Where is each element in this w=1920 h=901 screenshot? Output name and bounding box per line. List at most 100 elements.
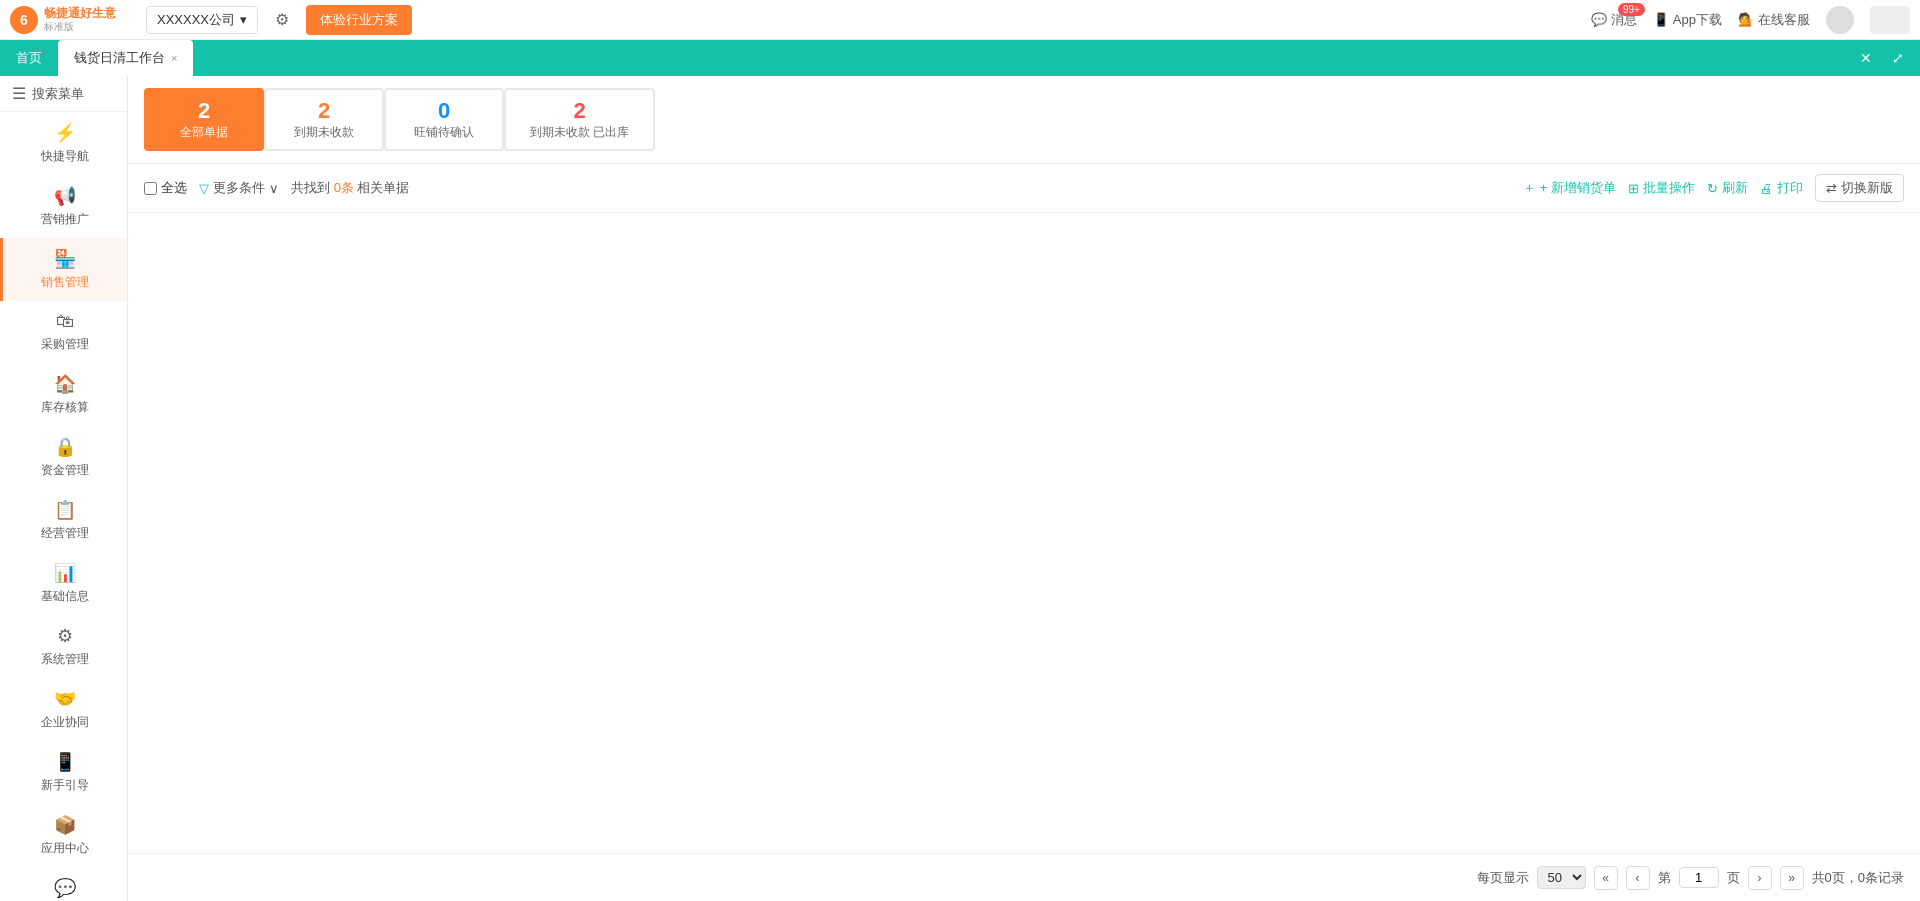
pagination: 每页显示 50 « ‹ 第 页 › » 共0页，0条记录 <box>128 853 1920 901</box>
tab-cash-flow[interactable]: 钱货日清工作台 × <box>58 40 193 76</box>
tab-home-label: 首页 <box>16 49 42 67</box>
nav-tabs-right: ✕ ⤢ <box>1854 46 1920 70</box>
sidebar-item-guide[interactable]: 📱 新手引导 <box>0 741 127 804</box>
stat-card-overdue[interactable]: 2 到期未收款 <box>264 88 384 151</box>
system-label: 系统管理 <box>41 651 89 668</box>
quick-nav-icon: ⚡ <box>54 122 76 144</box>
batch-label: 批量操作 <box>1643 179 1695 197</box>
sidebar: ☰ 搜索菜单 ⚡ 快捷导航 📢 营销推广 🏪 销售管理 🛍 采购管理 🏠 库存核… <box>0 76 128 901</box>
avatar[interactable] <box>1826 6 1854 34</box>
purchase-label: 采购管理 <box>41 336 89 353</box>
result-prefix: 共找到 <box>291 180 330 195</box>
prev-page-button[interactable]: ‹ <box>1626 866 1650 890</box>
refresh-button[interactable]: ↻ 刷新 <box>1707 179 1748 197</box>
stat-num-overdue: 2 <box>318 98 330 124</box>
operations-icon: 📋 <box>54 499 76 521</box>
toolbar-right: ＋ + 新增销货单 ⊞ 批量操作 ↻ 刷新 🖨 打印 ⇄ 切换新版 <box>1523 174 1904 202</box>
content-area: 2 全部单据 2 到期未收款 0 旺铺待确认 2 到期未收款 已出库 全选 <box>128 76 1920 901</box>
page-number-input[interactable] <box>1679 867 1719 888</box>
result-suffix: 相关单据 <box>357 180 409 195</box>
tab-close-icon[interactable]: × <box>171 52 177 64</box>
stat-card-all[interactable]: 2 全部单据 <box>144 88 264 151</box>
nav-expand-button[interactable]: ⤢ <box>1886 46 1910 70</box>
result-num: 0条 <box>334 180 354 195</box>
inventory-icon: 🏠 <box>54 373 76 395</box>
message-icon: 💬 <box>1591 12 1607 27</box>
batch-operation-button[interactable]: ⊞ 批量操作 <box>1628 179 1695 197</box>
basic-info-icon: 📊 <box>54 562 76 584</box>
select-all-checkbox[interactable]: 全选 <box>144 179 187 197</box>
inventory-label: 库存核算 <box>41 399 89 416</box>
experience-button[interactable]: 体验行业方案 <box>306 5 412 35</box>
print-label: 打印 <box>1777 179 1803 197</box>
app-download-button[interactable]: 📱 App下载 <box>1653 11 1722 29</box>
select-all-input[interactable] <box>144 182 157 195</box>
system-icon: ⚙ <box>57 625 73 647</box>
main-layout: ☰ 搜索菜单 ⚡ 快捷导航 📢 营销推广 🏪 销售管理 🛍 采购管理 🏠 库存核… <box>0 76 1920 901</box>
logo-area: 6 畅捷通好生意 标准版 <box>10 6 116 34</box>
quick-nav-label: 快捷导航 <box>41 148 89 165</box>
batch-icon: ⊞ <box>1628 181 1639 196</box>
sidebar-item-app-center[interactable]: 📦 应用中心 <box>0 804 127 867</box>
online-service-icon: 💁 <box>1738 12 1754 27</box>
header-right: 💬 消息 99+ 📱 App下载 💁 在线客服 <box>1591 6 1910 34</box>
logo-text: 畅捷通好生意 标准版 <box>44 6 116 32</box>
filter-chevron: ∨ <box>269 181 279 196</box>
filter-label: 更多条件 <box>213 179 265 197</box>
settings-button[interactable]: ⚙ <box>268 6 296 34</box>
message-button[interactable]: 💬 消息 99+ <box>1591 11 1637 29</box>
nav-close-button[interactable]: ✕ <box>1854 46 1878 70</box>
sales-icon: 🏪 <box>54 248 76 270</box>
online-service-button[interactable]: 💁 在线客服 <box>1738 11 1810 29</box>
header-left: 6 畅捷通好生意 标准版 XXXXXX公司 ▾ ⚙ 体验行业方案 <box>10 5 412 35</box>
sidebar-item-inventory[interactable]: 🏠 库存核算 <box>0 363 127 426</box>
marketing-icon: 📢 <box>54 185 76 207</box>
sidebar-item-wechat[interactable]: 💬 企业微信 <box>0 867 127 901</box>
sidebar-item-cooperation[interactable]: 🤝 企业协同 <box>0 678 127 741</box>
app-download-label: App下载 <box>1673 11 1722 29</box>
stat-card-pending[interactable]: 0 旺铺待确认 <box>384 88 504 151</box>
company-selector[interactable]: XXXXXX公司 ▾ <box>146 6 258 34</box>
refresh-icon: ↻ <box>1707 181 1718 196</box>
logo-subtitle: 标准版 <box>44 21 116 33</box>
sidebar-item-sales[interactable]: 🏪 销售管理 <box>0 238 127 301</box>
page-label: 第 <box>1658 869 1671 887</box>
toolbar: 全选 ▽ 更多条件 ∨ 共找到 0条 相关单据 ＋ + 新增销货单 <box>128 164 1920 213</box>
sidebar-search-label: 搜索菜单 <box>32 85 84 103</box>
per-page-select[interactable]: 50 <box>1537 866 1586 889</box>
purchase-icon: 🛍 <box>56 311 74 332</box>
stat-card-shipped[interactable]: 2 到期未收款 已出库 <box>504 88 655 151</box>
header: 6 畅捷通好生意 标准版 XXXXXX公司 ▾ ⚙ 体验行业方案 💬 消息 99… <box>0 0 1920 40</box>
marketing-label: 营销推广 <box>41 211 89 228</box>
switch-label: 切换新版 <box>1841 179 1893 197</box>
app-center-label: 应用中心 <box>41 840 89 857</box>
stat-label-pending: 旺铺待确认 <box>414 124 474 141</box>
sidebar-item-quick-nav[interactable]: ⚡ 快捷导航 <box>0 112 127 175</box>
logo-icon: 6 <box>10 6 38 34</box>
message-badge: 99+ <box>1618 3 1645 16</box>
first-page-button[interactable]: « <box>1594 866 1618 890</box>
sidebar-item-marketing[interactable]: 📢 营销推广 <box>0 175 127 238</box>
sidebar-item-system[interactable]: ⚙ 系统管理 <box>0 615 127 678</box>
guide-label: 新手引导 <box>41 777 89 794</box>
per-page-label: 每页显示 <box>1477 869 1529 887</box>
add-sales-order-button[interactable]: ＋ + 新增销货单 <box>1523 179 1616 197</box>
table-area <box>128 213 1920 853</box>
stat-label-all: 全部单据 <box>180 124 228 141</box>
switch-version-button[interactable]: ⇄ 切换新版 <box>1815 174 1904 202</box>
tab-home[interactable]: 首页 <box>0 40 58 76</box>
print-button[interactable]: 🖨 打印 <box>1760 179 1803 197</box>
company-dropdown-icon: ▾ <box>240 12 247 27</box>
sidebar-item-finance[interactable]: 🔒 资金管理 <box>0 426 127 489</box>
sidebar-item-basic-info[interactable]: 📊 基础信息 <box>0 552 127 615</box>
stat-num-all: 2 <box>198 98 210 124</box>
sidebar-item-purchase[interactable]: 🛍 采购管理 <box>0 301 127 363</box>
filter-button[interactable]: ▽ 更多条件 ∨ <box>199 179 279 197</box>
sidebar-item-operations[interactable]: 📋 经营管理 <box>0 489 127 552</box>
last-page-button[interactable]: » <box>1780 866 1804 890</box>
sidebar-search[interactable]: ☰ 搜索菜单 <box>0 76 127 112</box>
guide-icon: 📱 <box>54 751 76 773</box>
next-page-button[interactable]: › <box>1748 866 1772 890</box>
nav-tabs: 首页 钱货日清工作台 × ✕ ⤢ <box>0 40 1920 76</box>
stat-label-overdue: 到期未收款 <box>294 124 354 141</box>
